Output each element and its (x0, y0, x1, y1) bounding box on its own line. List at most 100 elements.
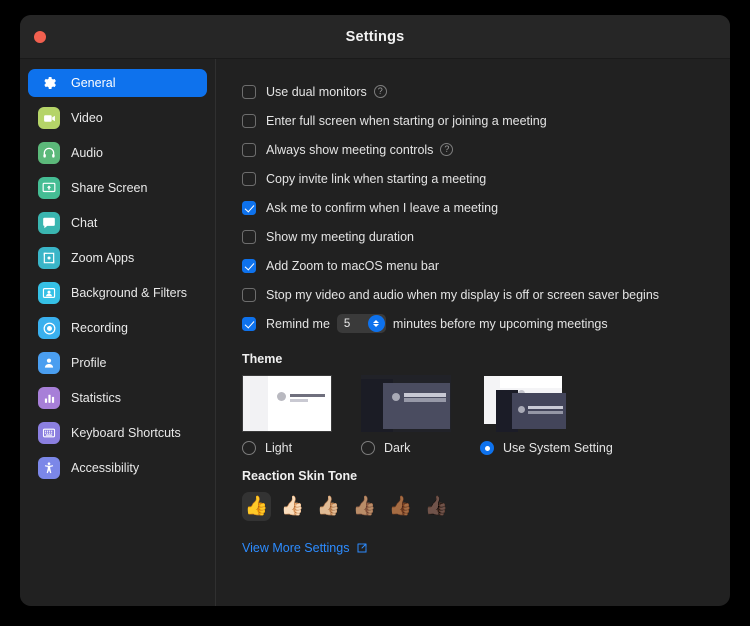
checkbox[interactable] (242, 171, 256, 186)
sidebar-item-video[interactable]: Video (28, 104, 207, 132)
accessibility-icon (38, 457, 60, 479)
setting-label: Show my meeting duration (266, 229, 414, 244)
setting-remind-me[interactable]: Remind me 5 minutes before my upcoming m… (242, 309, 710, 338)
setting-add-zoom-to-menu-bar[interactable]: Add Zoom to macOS menu bar (242, 251, 710, 280)
radio[interactable] (361, 441, 375, 455)
reaction-skin-tone-heading: Reaction Skin Tone (242, 469, 358, 483)
radio[interactable] (242, 441, 256, 455)
sidebar-item-label: Video (71, 111, 103, 125)
sidebar-item-share-screen[interactable]: Share Screen (28, 174, 207, 202)
thumbs-up-light-icon[interactable]: 👍🏻 (278, 492, 307, 521)
thumbs-up-medium-icon[interactable]: 👍🏽 (350, 492, 379, 521)
view-more-settings-link[interactable]: View More Settings (242, 541, 368, 555)
sidebar-item-statistics[interactable]: Statistics (28, 384, 207, 412)
help-icon[interactable]: ? (440, 143, 454, 156)
checkbox[interactable] (242, 229, 256, 244)
sidebar-item-background-filters[interactable]: Background & Filters (28, 279, 207, 307)
setting-label: Stop my video and audio when my display … (266, 287, 660, 302)
sidebar-item-profile[interactable]: Profile (28, 349, 207, 377)
sidebar-item-label: Background & Filters (71, 286, 188, 300)
window-title: Settings (345, 28, 405, 45)
view-more-settings-label: View More Settings (242, 541, 350, 555)
settings-window: Settings General Video Audio Share Scree… (20, 15, 730, 606)
theme-preview-dark-icon[interactable] (361, 375, 451, 432)
reminder-suffix-label: minutes before my upcoming meetings (392, 316, 608, 331)
share-screen-icon (38, 177, 60, 199)
thumbs-up-dark-icon[interactable]: 👍🏿 (422, 492, 451, 521)
reminder-minutes-stepper[interactable]: 5 (336, 314, 386, 333)
bar-chart-icon (38, 387, 60, 409)
video-camera-icon (38, 107, 60, 129)
gear-icon (38, 72, 60, 94)
setting-use-dual-monitors[interactable]: Use dual monitors ? (242, 77, 710, 106)
sidebar-item-keyboard-shortcuts[interactable]: Keyboard Shortcuts (28, 419, 207, 447)
sidebar-item-label: General (71, 76, 116, 90)
title-bar: Settings (20, 15, 730, 59)
close-window-button[interactable] (34, 31, 46, 43)
zoom-apps-icon (38, 247, 60, 269)
window-body: General Video Audio Share Screen Chat Zo… (20, 59, 730, 606)
checkbox[interactable] (242, 287, 256, 302)
settings-sidebar: General Video Audio Share Screen Chat Zo… (20, 59, 216, 606)
checkbox[interactable] (242, 258, 256, 273)
reaction-skin-tone-options: 👍 👍🏻 👍🏼 👍🏽 👍🏾 👍🏿 (242, 492, 710, 521)
theme-preview-light-icon[interactable] (242, 375, 332, 432)
theme-option-light[interactable]: Light (242, 375, 332, 455)
sidebar-item-label: Accessibility (71, 461, 140, 475)
sidebar-item-audio[interactable]: Audio (28, 139, 207, 167)
stepper-arrows-icon[interactable] (367, 315, 385, 332)
theme-label: Light (265, 441, 293, 455)
setting-always-show-meeting-controls[interactable]: Always show meeting controls ? (242, 135, 710, 164)
setting-enter-full-screen[interactable]: Enter full screen when starting or joini… (242, 106, 710, 135)
theme-option-system[interactable]: Use System Setting (480, 375, 613, 455)
sidebar-item-label: Chat (71, 216, 98, 230)
help-icon[interactable]: ? (373, 85, 387, 98)
reminder-prefix-label: Remind me (266, 316, 330, 331)
keyboard-icon (38, 422, 60, 444)
checkbox[interactable] (242, 113, 256, 128)
checkbox[interactable] (242, 316, 256, 331)
thumbs-up-medium-dark-icon[interactable]: 👍🏾 (386, 492, 415, 521)
setting-label: Use dual monitors (266, 84, 367, 99)
sidebar-item-accessibility[interactable]: Accessibility (28, 454, 207, 482)
sidebar-item-general[interactable]: General (28, 69, 207, 97)
sidebar-item-zoom-apps[interactable]: Zoom Apps (28, 244, 207, 272)
theme-option-dark[interactable]: Dark (361, 375, 451, 455)
sidebar-item-recording[interactable]: Recording (28, 314, 207, 342)
sidebar-item-label: Zoom Apps (71, 251, 135, 265)
record-circle-icon (38, 317, 60, 339)
setting-show-meeting-duration[interactable]: Show my meeting duration (242, 222, 710, 251)
sidebar-item-label: Share Screen (71, 181, 148, 195)
sidebar-item-label: Profile (71, 356, 107, 370)
thumbs-up-default-icon[interactable]: 👍 (242, 492, 271, 521)
setting-label: Copy invite link when starting a meeting (266, 171, 487, 186)
theme-label: Dark (384, 441, 411, 455)
background-filters-icon (38, 282, 60, 304)
setting-stop-video-audio-display-off[interactable]: Stop my video and audio when my display … (242, 280, 710, 309)
sidebar-item-label: Recording (71, 321, 128, 335)
external-link-icon (356, 542, 368, 554)
chat-bubble-icon (38, 212, 60, 234)
sidebar-item-label: Keyboard Shortcuts (71, 426, 181, 440)
setting-ask-confirm-leave[interactable]: Ask me to confirm when I leave a meeting (242, 193, 710, 222)
theme-preview-system-icon[interactable] (480, 375, 570, 432)
theme-options: Light Dark Use System Setting (242, 375, 710, 455)
person-icon (38, 352, 60, 374)
radio[interactable] (480, 441, 494, 455)
setting-copy-invite-link[interactable]: Copy invite link when starting a meeting (242, 164, 710, 193)
reminder-minutes-value: 5 (343, 317, 351, 330)
setting-label: Ask me to confirm when I leave a meeting (266, 200, 499, 215)
setting-label: Add Zoom to macOS menu bar (266, 258, 439, 273)
theme-label: Use System Setting (503, 441, 613, 455)
checkbox[interactable] (242, 142, 256, 157)
sidebar-item-chat[interactable]: Chat (28, 209, 207, 237)
general-settings-panel: Use dual monitors ? Enter full screen wh… (216, 59, 730, 606)
theme-radio-system[interactable]: Use System Setting (480, 441, 640, 455)
checkbox[interactable] (242, 84, 256, 99)
sidebar-item-label: Statistics (71, 391, 122, 405)
setting-label: Always show meeting controls (266, 142, 434, 157)
checkbox[interactable] (242, 200, 256, 215)
sidebar-item-label: Audio (71, 146, 103, 160)
headphones-icon (38, 142, 60, 164)
thumbs-up-medium-light-icon[interactable]: 👍🏼 (314, 492, 343, 521)
